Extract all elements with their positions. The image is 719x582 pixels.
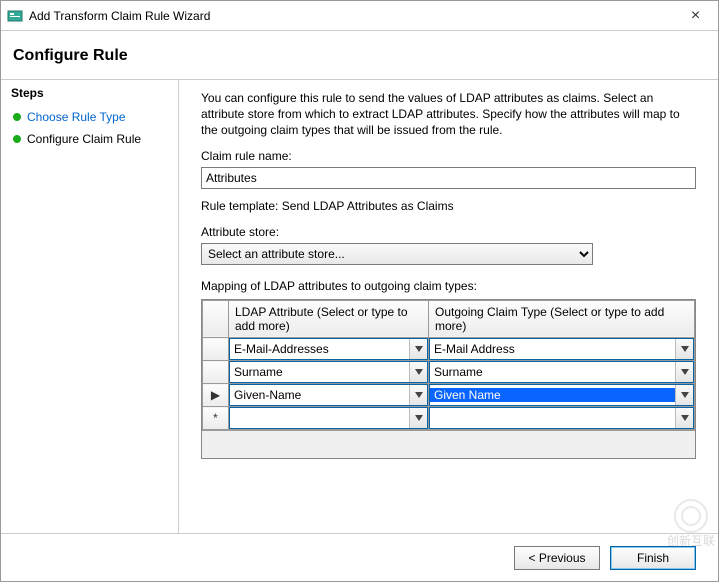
table-row: ▶Given-Name Given Name: [203, 384, 695, 407]
table-row: E-Mail-Addresses E-Mail Address: [203, 338, 695, 361]
mapping-label: Mapping of LDAP attributes to outgoing c…: [201, 279, 696, 293]
chevron-down-icon[interactable]: [675, 385, 693, 405]
chevron-down-icon[interactable]: [675, 339, 693, 359]
step-configure-claim-rule: Configure Claim Rule: [1, 128, 178, 150]
chevron-down-icon[interactable]: [409, 362, 427, 382]
ldap-attribute-cell[interactable]: [229, 407, 429, 430]
ldap-attribute-cell[interactable]: Given-Name: [229, 384, 429, 407]
table-row: *: [203, 407, 695, 430]
finish-button[interactable]: Finish: [610, 546, 696, 570]
grid-corner: [203, 300, 229, 338]
description-text: You can configure this rule to send the …: [201, 90, 696, 139]
outgoing-claim-value: Surname: [430, 365, 675, 379]
outgoing-claim-cell[interactable]: E-Mail Address: [429, 338, 695, 361]
claim-rule-name-input[interactable]: [201, 167, 696, 189]
chevron-down-icon[interactable]: [675, 362, 693, 382]
step-choose-rule-type[interactable]: Choose Rule Type: [1, 106, 178, 128]
wizard-footer: < Previous Finish Cancel: [1, 533, 718, 581]
page-title: Configure Rule: [13, 47, 706, 65]
outgoing-claim-value: Given Name: [430, 388, 675, 402]
step-bullet-icon: [13, 135, 21, 143]
outgoing-claim-cell[interactable]: [429, 407, 695, 430]
outgoing-claim-value: E-Mail Address: [430, 342, 675, 356]
titlebar: Add Transform Claim Rule Wizard ×: [1, 1, 718, 31]
table-row: Surname Surname: [203, 361, 695, 384]
ldap-attribute-cell[interactable]: E-Mail-Addresses: [229, 338, 429, 361]
grid-padding: [202, 430, 695, 458]
outgoing-claim-cell[interactable]: Surname: [429, 361, 695, 384]
row-marker: [203, 361, 229, 384]
step-label: Configure Claim Rule: [27, 132, 141, 146]
claim-rule-name-label: Claim rule name:: [201, 149, 696, 163]
window-title: Add Transform Claim Rule Wizard: [29, 9, 673, 23]
grid-col-ldap-header: LDAP Attribute (Select or type to add mo…: [229, 300, 429, 338]
wizard-header: Configure Rule: [1, 31, 718, 80]
rule-template-text: Rule template: Send LDAP Attributes as C…: [201, 199, 696, 213]
row-marker: [203, 338, 229, 361]
row-marker: ▶: [203, 384, 229, 407]
steps-heading: Steps: [1, 86, 178, 106]
close-button[interactable]: ×: [673, 1, 718, 30]
ldap-attribute-value: Surname: [230, 365, 409, 379]
steps-sidebar: Steps Choose Rule Type Configure Claim R…: [1, 80, 179, 533]
attribute-store-select[interactable]: Select an attribute store...: [201, 243, 593, 265]
attribute-store-label: Attribute store:: [201, 225, 696, 239]
step-label: Choose Rule Type: [27, 110, 126, 124]
wizard-content: You can configure this rule to send the …: [179, 80, 718, 533]
outgoing-claim-cell[interactable]: Given Name: [429, 384, 695, 407]
mapping-grid: LDAP Attribute (Select or type to add mo…: [201, 299, 696, 460]
ldap-attribute-value: E-Mail-Addresses: [230, 342, 409, 356]
ldap-attribute-cell[interactable]: Surname: [229, 361, 429, 384]
step-bullet-icon: [13, 113, 21, 121]
chevron-down-icon[interactable]: [675, 408, 693, 428]
grid-col-claim-header: Outgoing Claim Type (Select or type to a…: [429, 300, 695, 338]
previous-button[interactable]: < Previous: [514, 546, 600, 570]
ldap-attribute-value: Given-Name: [230, 388, 409, 402]
chevron-down-icon[interactable]: [409, 339, 427, 359]
app-icon: [7, 8, 23, 24]
row-marker: *: [203, 407, 229, 430]
chevron-down-icon[interactable]: [409, 408, 427, 428]
chevron-down-icon[interactable]: [409, 385, 427, 405]
